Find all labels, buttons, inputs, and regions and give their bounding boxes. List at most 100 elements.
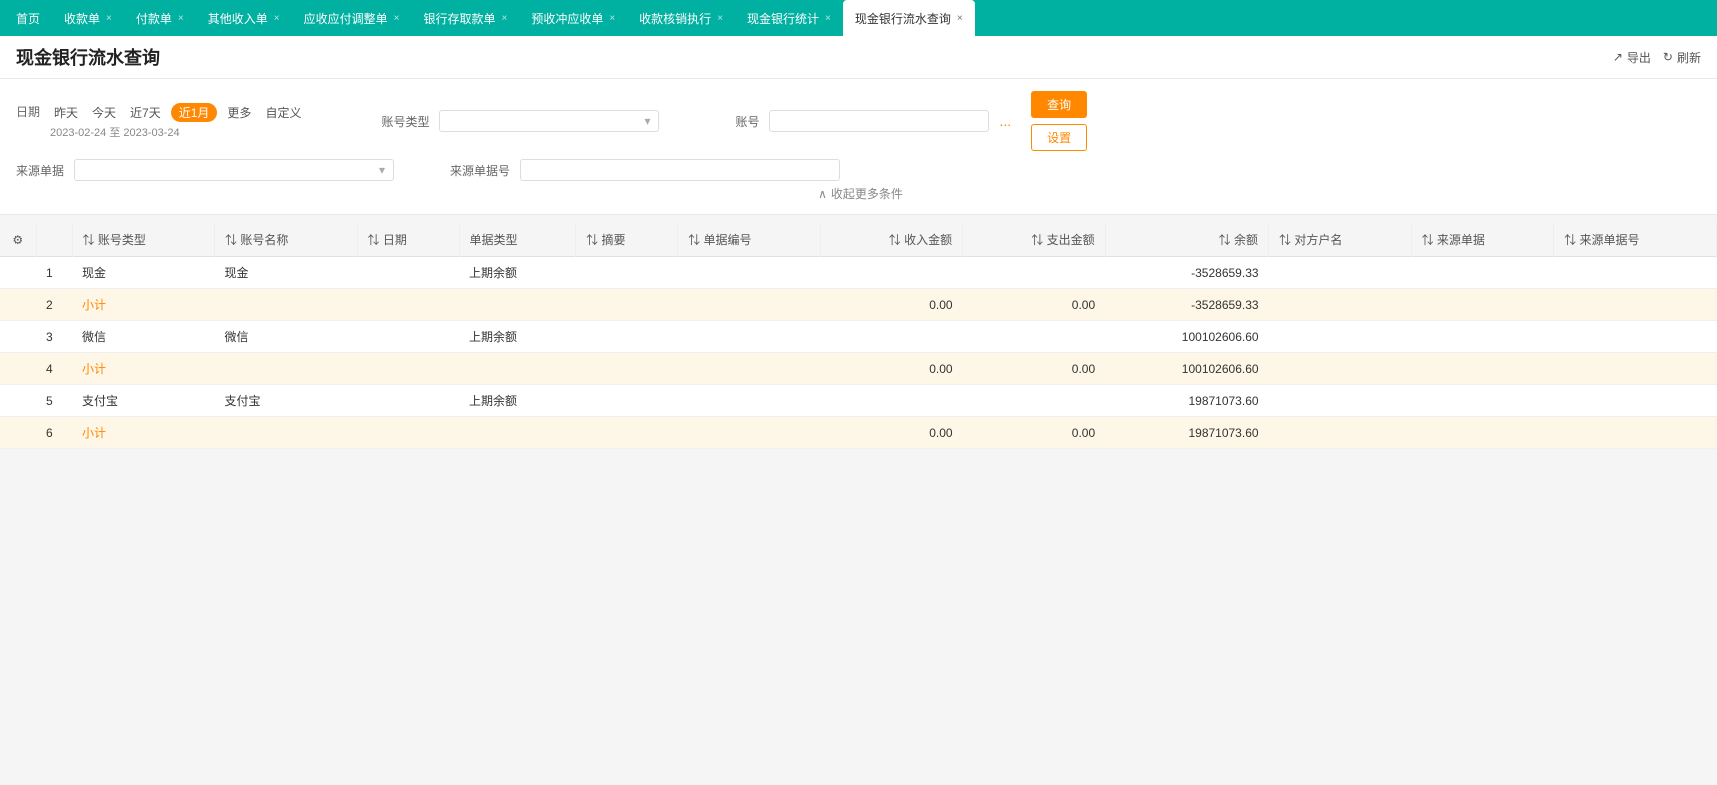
cell-doc-type xyxy=(459,417,576,449)
cell-summary xyxy=(576,417,678,449)
refresh-button[interactable]: ↻ 刷新 xyxy=(1663,49,1701,66)
collapse-bar[interactable]: ∧ 收起更多条件 xyxy=(16,181,1701,202)
cell-expense: 0.00 xyxy=(963,289,1106,321)
cell-balance: -3528659.33 xyxy=(1105,257,1268,289)
nav-tab-qitashouru[interactable]: 其他收入单 × xyxy=(196,0,292,36)
nav-tab-yinhangcunqu[interactable]: 银行存取款单 × xyxy=(411,0,519,36)
cell-account-type: 小计 xyxy=(72,353,215,385)
export-button[interactable]: ↗ 导出 xyxy=(1613,49,1651,66)
close-tab-1-icon[interactable]: × xyxy=(178,13,184,24)
close-tab-0-icon[interactable]: × xyxy=(106,13,112,24)
cell-num: 3 xyxy=(36,321,72,353)
cell-doc-no xyxy=(678,257,821,289)
date-option-today[interactable]: 今天 xyxy=(88,103,120,122)
data-table: ⚙ ⇅ 账号类型 ⇅ 账号名称 ⇅ 日期 单据类型 xyxy=(0,223,1717,449)
cell-source-doc xyxy=(1411,321,1554,353)
source-doc-no-input[interactable] xyxy=(520,159,840,181)
table-row: 6小计0.000.0019871073.60 xyxy=(0,417,1717,449)
cell-source-doc-no xyxy=(1554,417,1717,449)
col-source-doc-no[interactable]: ⇅ 来源单据号 xyxy=(1554,223,1717,257)
account-label: 账号 xyxy=(735,113,759,130)
table-row: 1现金现金上期余额-3528659.33 xyxy=(0,257,1717,289)
col-counterparty[interactable]: ⇅ 对方户名 xyxy=(1269,223,1412,257)
settings-button[interactable]: 设置 xyxy=(1031,124,1087,151)
cell-num: 2 xyxy=(36,289,72,321)
table-header-row: ⚙ ⇅ 账号类型 ⇅ 账号名称 ⇅ 日期 单据类型 xyxy=(0,223,1717,257)
cell-counterparty xyxy=(1269,289,1412,321)
cell-account-name: 现金 xyxy=(215,257,358,289)
account-dots-button[interactable]: ... xyxy=(995,113,1015,129)
nav-tab-yingshoutiaozheng[interactable]: 应收应付调整单 × xyxy=(292,0,412,36)
cell-account-type: 微信 xyxy=(72,321,215,353)
account-type-label: 账号类型 xyxy=(381,113,429,130)
cell-account-type: 小计 xyxy=(72,289,215,321)
cell-account-name xyxy=(215,417,358,449)
nav-tab-xianjinyinhangtongjit[interactable]: 现金银行统计 × xyxy=(735,0,843,36)
close-tab-3-icon[interactable]: × xyxy=(394,13,400,24)
cell-source-doc xyxy=(1411,417,1554,449)
nav-tab-yushouChong[interactable]: 预收冲应收单 × xyxy=(519,0,627,36)
date-option-1month[interactable]: 近1月 xyxy=(171,103,218,122)
nav-tab-shoukuandan[interactable]: 收款单 × xyxy=(52,0,124,36)
cell-gear xyxy=(0,353,36,385)
cell-income xyxy=(820,257,963,289)
cell-counterparty xyxy=(1269,417,1412,449)
account-input[interactable] xyxy=(769,110,989,132)
account-type-dropdown-icon: ▾ xyxy=(644,114,650,128)
filter-area: 日期 昨天 今天 近7天 近1月 更多 自定义 2023-02-24 至 202… xyxy=(0,79,1717,215)
close-tab-5-icon[interactable]: × xyxy=(609,13,615,24)
cell-num: 4 xyxy=(36,353,72,385)
nav-tab-liushui[interactable]: 现金银行流水查询 × xyxy=(843,0,975,36)
filter-row-1: 日期 昨天 今天 近7天 近1月 更多 自定义 2023-02-24 至 202… xyxy=(16,91,1701,151)
collapse-label: 收起更多条件 xyxy=(831,185,903,202)
cell-expense xyxy=(963,385,1106,417)
cell-counterparty xyxy=(1269,385,1412,417)
page-title: 现金银行流水查询 xyxy=(16,44,160,70)
cell-doc-no xyxy=(678,385,821,417)
close-tab-2-icon[interactable]: × xyxy=(274,13,280,24)
col-doc-no[interactable]: ⇅ 单据编号 xyxy=(678,223,821,257)
cell-balance: 100102606.60 xyxy=(1105,353,1268,385)
table-row: 3微信微信上期余额100102606.60 xyxy=(0,321,1717,353)
col-expense[interactable]: ⇅ 支出金额 xyxy=(963,223,1106,257)
source-doc-dropdown-icon: ▾ xyxy=(379,163,385,177)
cell-account-type: 支付宝 xyxy=(72,385,215,417)
refresh-icon: ↻ xyxy=(1663,50,1673,64)
cell-source-doc xyxy=(1411,257,1554,289)
col-income[interactable]: ⇅ 收入金额 xyxy=(820,223,963,257)
nav-tab-fukuandan[interactable]: 付款单 × xyxy=(124,0,196,36)
cell-expense xyxy=(963,257,1106,289)
col-source-doc[interactable]: ⇅ 来源单据 xyxy=(1411,223,1554,257)
col-summary[interactable]: ⇅ 摘要 xyxy=(576,223,678,257)
search-button[interactable]: 查询 xyxy=(1031,91,1087,118)
cell-source-doc-no xyxy=(1554,321,1717,353)
nav-tab-shoukuanhexiao[interactable]: 收款核销执行 × xyxy=(627,0,735,36)
col-balance[interactable]: ⇅ 余额 xyxy=(1105,223,1268,257)
source-doc-select[interactable]: ▾ xyxy=(74,159,394,181)
close-tab-7-icon[interactable]: × xyxy=(825,13,831,24)
close-tab-4-icon[interactable]: × xyxy=(501,13,507,24)
cell-source-doc-no xyxy=(1554,289,1717,321)
nav-home[interactable]: 首页 xyxy=(4,10,52,27)
cell-account-name xyxy=(215,289,358,321)
date-filter-group: 日期 昨天 今天 近7天 近1月 更多 自定义 2023-02-24 至 202… xyxy=(16,103,305,140)
date-option-more[interactable]: 更多 xyxy=(223,103,255,122)
close-tab-8-icon[interactable]: × xyxy=(957,13,963,24)
col-date[interactable]: ⇅ 日期 xyxy=(357,223,459,257)
close-tab-6-icon[interactable]: × xyxy=(717,13,723,24)
date-option-7days[interactable]: 近7天 xyxy=(126,103,165,122)
cell-balance: 100102606.60 xyxy=(1105,321,1268,353)
col-gear[interactable]: ⚙ xyxy=(0,223,36,257)
cell-num: 1 xyxy=(36,257,72,289)
date-option-custom[interactable]: 自定义 xyxy=(261,103,305,122)
cell-summary xyxy=(576,257,678,289)
col-account-type[interactable]: ⇅ 账号类型 xyxy=(72,223,215,257)
cell-summary xyxy=(576,385,678,417)
col-account-name[interactable]: ⇅ 账号名称 xyxy=(215,223,358,257)
account-type-select[interactable]: ▾ xyxy=(439,110,659,132)
data-table-container: ⚙ ⇅ 账号类型 ⇅ 账号名称 ⇅ 日期 单据类型 xyxy=(0,223,1717,449)
cell-doc-type: 上期余额 xyxy=(459,321,576,353)
cell-date xyxy=(357,257,459,289)
date-option-yesterday[interactable]: 昨天 xyxy=(50,103,82,122)
cell-date xyxy=(357,385,459,417)
